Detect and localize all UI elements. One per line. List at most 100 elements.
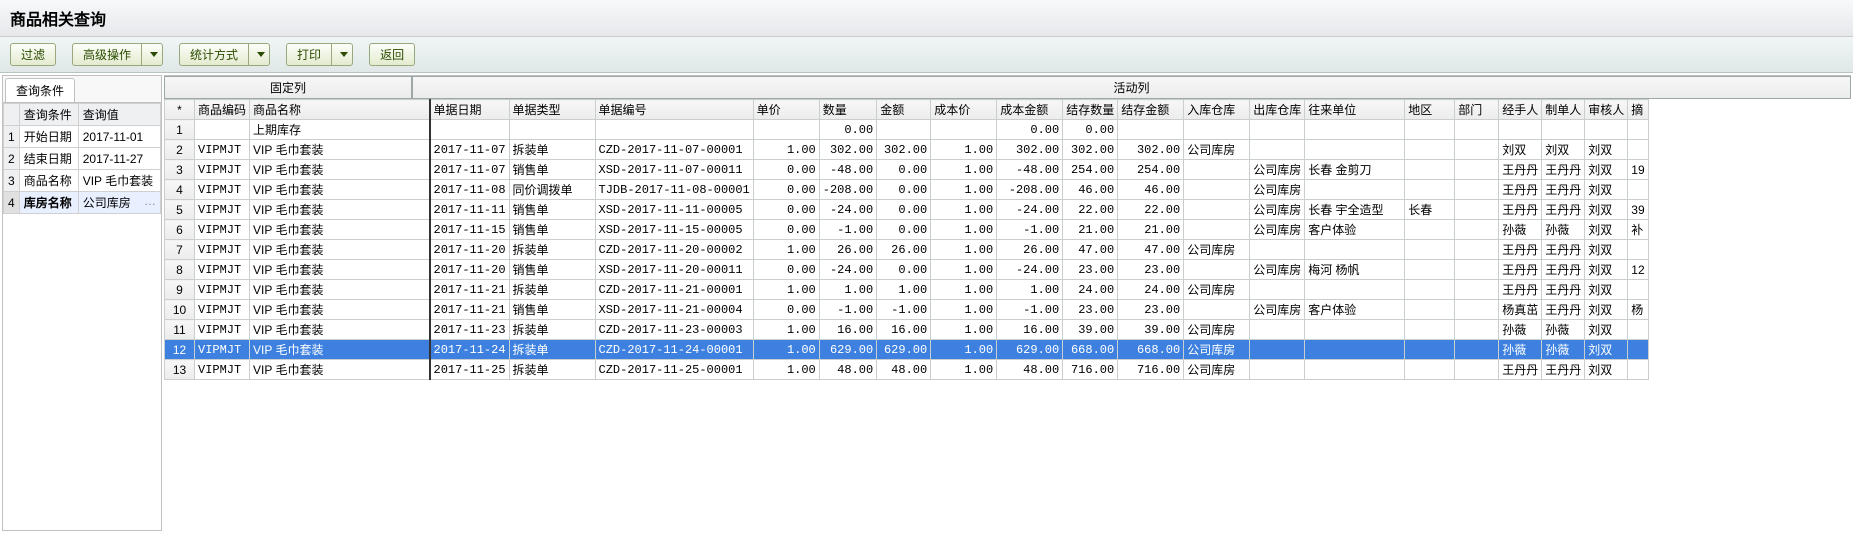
filter-row[interactable]: 4库房名称公司库房…: [4, 192, 161, 214]
ellipsis-icon[interactable]: …: [144, 194, 156, 208]
col-header-party[interactable]: 往来单位: [1305, 100, 1405, 120]
table-row[interactable]: 13VIPMJTVIP 毛巾套装2017-11-25拆装单CZD-2017-11…: [165, 360, 1649, 380]
cell-inwh: 公司库房: [1184, 240, 1250, 260]
cell-btype: 销售单: [509, 220, 595, 240]
col-header-idx[interactable]: *: [165, 100, 195, 120]
left-pane: 查询条件 查询条件 查询值 1开始日期2017-11-012结束日期2017-1…: [2, 75, 162, 531]
page-title: 商品相关查询: [0, 0, 1853, 37]
table-row[interactable]: 2VIPMJTVIP 毛巾套装2017-11-07拆装单CZD-2017-11-…: [165, 140, 1649, 160]
col-header-memo[interactable]: 摘: [1628, 100, 1648, 120]
cell-qty: 1.00: [819, 280, 876, 300]
filter-grid[interactable]: 查询条件 查询值 1开始日期2017-11-012结束日期2017-11-273…: [3, 103, 161, 530]
col-header-outwh[interactable]: 出库仓库: [1250, 100, 1305, 120]
table-row[interactable]: 9VIPMJTVIP 毛巾套装2017-11-21拆装单CZD-2017-11-…: [165, 280, 1649, 300]
cell-cost: 1.00: [931, 280, 997, 300]
col-header-pname[interactable]: 商品名称: [250, 100, 430, 120]
advanced-button[interactable]: 高级操作: [72, 43, 141, 66]
table-row[interactable]: 1上期库存0.000.000.00: [165, 120, 1649, 140]
col-header-btype[interactable]: 单据类型: [509, 100, 595, 120]
col-header-auditor[interactable]: 审核人: [1585, 100, 1628, 120]
table-row[interactable]: 11VIPMJTVIP 毛巾套装2017-11-23拆装单CZD-2017-11…: [165, 320, 1649, 340]
filter-button[interactable]: 过滤: [10, 43, 56, 66]
cell-oper: [1499, 120, 1542, 140]
filter-row[interactable]: 1开始日期2017-11-01: [4, 126, 161, 148]
print-caret[interactable]: [331, 43, 353, 66]
col-header-oper[interactable]: 经手人: [1499, 100, 1542, 120]
cell-camt: 26.00: [997, 240, 1063, 260]
cell-oper: 王丹丹: [1499, 160, 1542, 180]
cell-bno: CZD-2017-11-20-00002: [595, 240, 753, 260]
cell-btype: 拆装单: [509, 280, 595, 300]
col-header-dept[interactable]: 部门: [1455, 100, 1499, 120]
cell-bqty: 22.00: [1063, 200, 1118, 220]
cell-bno: XSD-2017-11-15-00005: [595, 220, 753, 240]
table-row[interactable]: 8VIPMJTVIP 毛巾套装2017-11-20销售单XSD-2017-11-…: [165, 260, 1649, 280]
chevron-down-icon: [340, 52, 348, 57]
filter-row-value[interactable]: VIP 毛巾套装: [78, 170, 160, 192]
cell-pname: VIP 毛巾套装: [250, 260, 430, 280]
cell-party: 长春 宇全造型: [1305, 200, 1405, 220]
col-header-bno[interactable]: 单据编号: [595, 100, 753, 120]
back-button[interactable]: 返回: [369, 43, 415, 66]
table-row[interactable]: 3VIPMJTVIP 毛巾套装2017-11-07销售单XSD-2017-11-…: [165, 160, 1649, 180]
col-header-amt[interactable]: 金额: [877, 100, 931, 120]
cell-idx: 9: [165, 280, 195, 300]
col-header-pcode[interactable]: 商品编码: [195, 100, 250, 120]
filter-row[interactable]: 2结束日期2017-11-27: [4, 148, 161, 170]
advanced-caret[interactable]: [141, 43, 163, 66]
col-header-price[interactable]: 单价: [753, 100, 819, 120]
cell-dept: [1455, 320, 1499, 340]
filter-row-value[interactable]: 2017-11-01: [78, 126, 160, 148]
table-row[interactable]: 4VIPMJTVIP 毛巾套装2017-11-08同价调拨单TJDB-2017-…: [165, 180, 1649, 200]
cell-cost: 1.00: [931, 220, 997, 240]
table-row[interactable]: 7VIPMJTVIP 毛巾套装2017-11-20拆装单CZD-2017-11-…: [165, 240, 1649, 260]
cell-memo: [1628, 320, 1648, 340]
advanced-split[interactable]: 高级操作: [72, 43, 163, 66]
cell-auditor: [1585, 120, 1628, 140]
col-header-maker[interactable]: 制单人: [1542, 100, 1585, 120]
col-header-bamt[interactable]: 结存金额: [1118, 100, 1184, 120]
col-header-qty[interactable]: 数量: [819, 100, 876, 120]
cell-btype: 拆装单: [509, 320, 595, 340]
stat-caret[interactable]: [248, 43, 270, 66]
cell-bqty: 46.00: [1063, 180, 1118, 200]
cell-pcode: VIPMJT: [195, 240, 250, 260]
filter-row-field: 开始日期: [19, 126, 78, 148]
cell-maker: 王丹丹: [1542, 280, 1585, 300]
cell-bqty: 23.00: [1063, 300, 1118, 320]
col-header-date[interactable]: 单据日期: [430, 100, 510, 120]
filter-row-value[interactable]: 2017-11-27: [78, 148, 160, 170]
stat-split[interactable]: 统计方式: [179, 43, 270, 66]
cell-oper: 孙薇: [1499, 320, 1542, 340]
cell-area: [1405, 120, 1455, 140]
cell-auditor: 刘双: [1585, 360, 1628, 380]
col-header-bqty[interactable]: 结存数量: [1063, 100, 1118, 120]
table-row[interactable]: 12VIPMJTVIP 毛巾套装2017-11-24拆装单CZD-2017-11…: [165, 340, 1649, 360]
cell-btype: 拆装单: [509, 340, 595, 360]
table-row[interactable]: 10VIPMJTVIP 毛巾套装2017-11-21销售单XSD-2017-11…: [165, 300, 1649, 320]
col-header-area[interactable]: 地区: [1405, 100, 1455, 120]
cell-pcode: VIPMJT: [195, 180, 250, 200]
filter-row[interactable]: 3商品名称VIP 毛巾套装: [4, 170, 161, 192]
cell-dept: [1455, 180, 1499, 200]
cell-pname: VIP 毛巾套装: [250, 200, 430, 220]
table-row[interactable]: 6VIPMJTVIP 毛巾套装2017-11-15销售单XSD-2017-11-…: [165, 220, 1649, 240]
print-split[interactable]: 打印: [286, 43, 353, 66]
cell-bqty: 302.00: [1063, 140, 1118, 160]
filter-idx-header: [4, 104, 20, 126]
tab-query-conditions[interactable]: 查询条件: [5, 78, 75, 102]
col-header-inwh[interactable]: 入库仓库: [1184, 100, 1250, 120]
cell-amt: 0.00: [877, 220, 931, 240]
table-row[interactable]: 5VIPMJTVIP 毛巾套装2017-11-11销售单XSD-2017-11-…: [165, 200, 1649, 220]
stat-button[interactable]: 统计方式: [179, 43, 248, 66]
cell-area: [1405, 140, 1455, 160]
cell-btype: 销售单: [509, 260, 595, 280]
cell-bamt: [1118, 120, 1184, 140]
cell-area: [1405, 320, 1455, 340]
filter-row-value[interactable]: 公司库房…: [78, 192, 160, 214]
col-header-camt[interactable]: 成本金额: [997, 100, 1063, 120]
data-grid[interactable]: *商品编码商品名称单据日期单据类型单据编号单价数量金额成本价成本金额结存数量结存…: [164, 99, 1649, 380]
print-button[interactable]: 打印: [286, 43, 331, 66]
col-header-cost[interactable]: 成本价: [931, 100, 997, 120]
cell-price: [753, 120, 819, 140]
